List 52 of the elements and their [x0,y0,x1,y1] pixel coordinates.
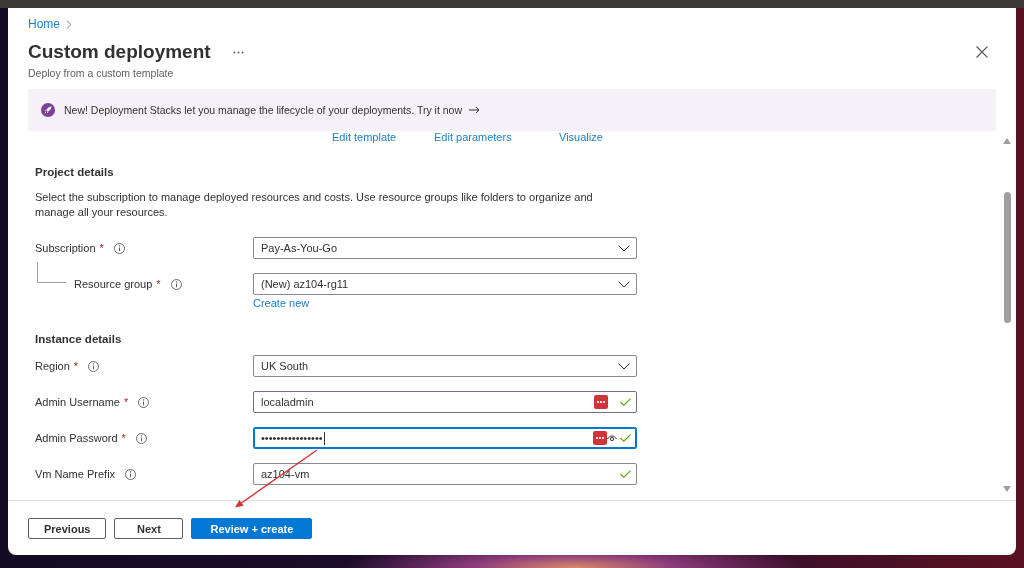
field-label: Resource group [74,278,153,290]
required-mark: * [73,360,79,372]
eye-icon[interactable] [607,434,617,442]
page-title: Custom deployment [28,40,211,64]
rocket-icon [41,103,55,117]
section-description: Select the subscription to manage deployed resources and costs. Use resource groups like folders to organize and manage all your resources. [35,190,594,220]
info-icon[interactable] [170,278,182,290]
secondary-button[interactable]: Previous [28,518,107,539]
field-label: Admin Username [35,396,120,408]
field-label: Vm Name Prefix [35,468,116,480]
text-field[interactable]: localadmin [253,391,637,413]
required-mark: * [124,396,129,408]
template-link[interactable]: Edit parameters [434,131,512,143]
field-label: Region [35,360,70,372]
tree-connector [37,262,66,283]
dropdown[interactable]: UK South [253,355,637,377]
arrow-right-icon[interactable] [469,106,480,114]
info-icon[interactable] [135,432,147,444]
breadcrumb-link[interactable]: Home [28,16,60,32]
section-heading: Instance details [35,332,122,347]
ellipsis-badge-icon[interactable] [594,395,608,409]
password-field[interactable]: •••••••••••••••• [253,427,637,449]
chevron-right-icon [66,19,72,29]
required-mark: * [156,278,161,290]
required-mark: * [99,242,104,254]
create-new-link[interactable]: Create new [253,296,310,310]
primary-button[interactable]: Review + create [191,518,313,539]
text-cursor [323,431,325,445]
secondary-button[interactable]: Next [114,518,184,539]
scroll-down-icon[interactable] [1003,486,1011,492]
ellipsis-badge-icon[interactable] [593,431,607,445]
scrollbar-thumb[interactable] [1003,192,1011,323]
field-label: Admin Password [35,432,118,444]
banner-message[interactable]: New! Deployment Stacks let you manage the lifecycle of your deployments. Try it now [64,104,462,116]
info-icon[interactable] [138,396,150,408]
required-mark: * [121,432,126,444]
scroll-up-icon[interactable] [1003,138,1011,144]
section-heading: Project details [35,165,114,180]
template-link[interactable]: Edit template [332,131,397,143]
dropdown[interactable]: (New) az104-rg11 [253,273,637,295]
info-icon[interactable] [125,468,137,480]
info-icon[interactable] [88,360,100,372]
info-icon[interactable] [113,242,125,254]
chevron-down-icon [618,362,630,370]
page-subtitle: Deploy from a custom template [28,66,174,80]
more-icon[interactable] [232,50,244,54]
dropdown[interactable]: Pay-As-You-Go [253,237,637,259]
chevron-down-icon [618,280,630,288]
close-icon[interactable] [976,46,988,58]
chevron-down-icon [618,244,630,252]
template-link[interactable]: Visualize [559,131,603,143]
field-label: Subscription [35,242,96,254]
